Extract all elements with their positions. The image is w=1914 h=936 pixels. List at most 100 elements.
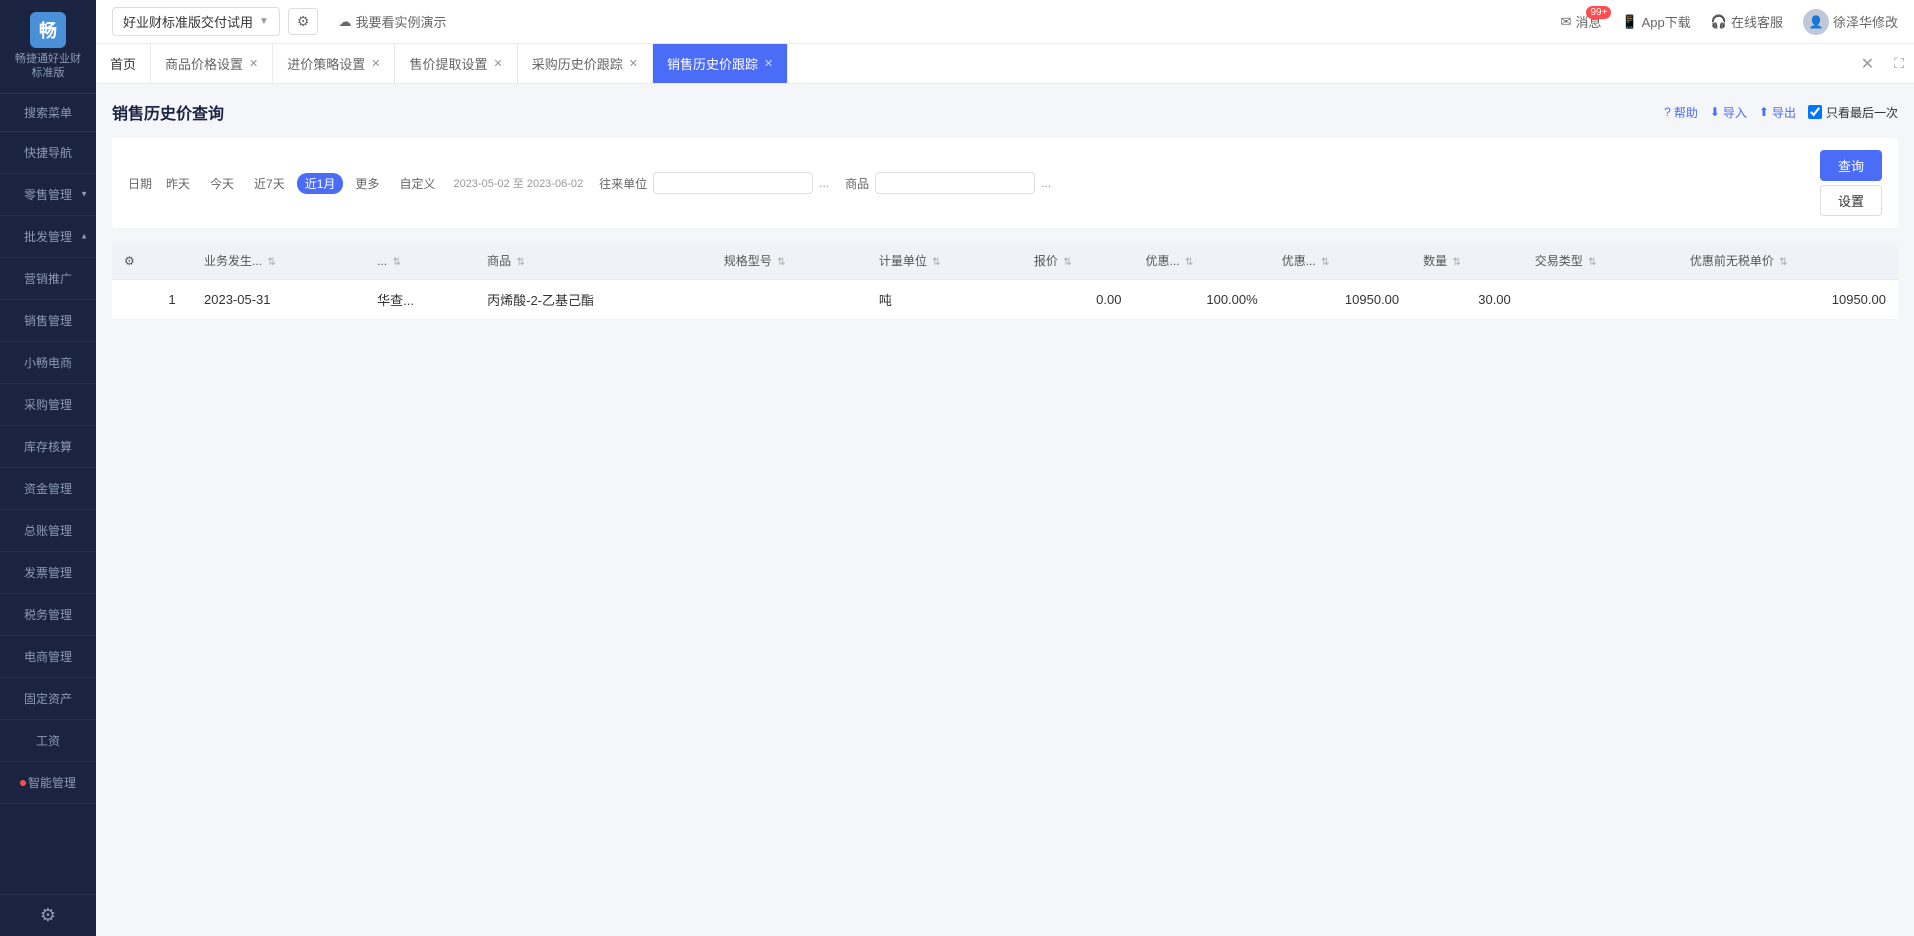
tab-sale-history-label: 销售历史价跟踪 (667, 54, 758, 73)
tabbar-close-button[interactable]: ✕ (1851, 54, 1884, 74)
tab-purchase-history[interactable]: 采购历史价跟踪 ✕ (518, 44, 653, 84)
sidebar-item-payroll[interactable]: 工资 (0, 720, 96, 762)
date-btn-last7days[interactable]: 近7天 (246, 173, 293, 194)
sidebar-item-invoice[interactable]: 发票管理 (0, 552, 96, 594)
col-settings[interactable]: ⚙ (112, 242, 152, 280)
col-discount-amount[interactable]: 优惠... ⇅ (1270, 242, 1411, 280)
sidebar-item-assets[interactable]: 固定资产 (0, 678, 96, 720)
help-link[interactable]: ? 帮助 (1664, 104, 1698, 121)
help-icon: ? (1664, 105, 1671, 119)
sidebar-logo: 畅 畅捷通好业财标准版 (0, 0, 96, 94)
close-icon[interactable]: ✕ (764, 57, 773, 70)
logo-icon: 畅 (30, 12, 66, 48)
date-btn-custom[interactable]: 自定义 (391, 173, 443, 194)
export-link[interactable]: ⬆ 导出 (1759, 104, 1796, 121)
user-avatar: 👤 (1803, 9, 1829, 35)
from-unit-filter-group: 往来单位 ... (599, 172, 829, 194)
close-icon[interactable]: ✕ (629, 57, 638, 70)
sidebar-item-accounting[interactable]: 总账管理 (0, 510, 96, 552)
sidebar-item-smart[interactable]: 智能管理 (0, 762, 96, 804)
data-table: ⚙ 业务发生... ⇅ ... ⇅ 商品 ⇅ 规格型号 ⇅ 计量单位 ⇅ 报价 … (112, 242, 1898, 320)
filter-bar: 日期 昨天 今天 近7天 近1月 更多 自定义 2023-05-02 至 202… (112, 138, 1898, 228)
last-only-checkbox-label: 只看最后一次 (1808, 104, 1898, 121)
tabbar-expand-button[interactable]: ⛶ (1884, 55, 1914, 72)
page-header: 销售历史价查询 ? 帮助 ⬇ 导入 ⬆ 导出 只看最后一次 (112, 100, 1898, 124)
close-icon[interactable]: ✕ (371, 57, 380, 70)
phone-icon: 📱 (1621, 14, 1637, 30)
online-service-button[interactable]: 🎧 在线客服 (1711, 12, 1783, 31)
row-transaction-type-cell (1523, 280, 1678, 320)
col-quantity[interactable]: 数量 ⇅ (1411, 242, 1523, 280)
import-link[interactable]: ⬇ 导入 (1710, 104, 1747, 121)
row-spec-cell (712, 280, 867, 320)
logo-text: 畅捷通好业财标准版 (8, 52, 88, 81)
sidebar-item-marketing[interactable]: 营销推广 (0, 258, 96, 300)
col-unit[interactable]: 计量单位 ⇅ (867, 242, 1022, 280)
query-button[interactable]: 查询 (1820, 150, 1882, 181)
product-filter-group: 商品 ... (845, 172, 1051, 194)
date-btn-last1month[interactable]: 近1月 (297, 173, 344, 194)
date-btn-today[interactable]: 今天 (202, 173, 242, 194)
col-product[interactable]: 商品 ⇅ (475, 242, 712, 280)
module-select[interactable]: 好业财标准版交付试用 ▼ (112, 7, 280, 36)
tab-sale-history[interactable]: 销售历史价跟踪 ✕ (653, 44, 788, 84)
tab-sale-extract[interactable]: 售价提取设置 ✕ (395, 44, 517, 84)
tab-product-price-label: 商品价格设置 (165, 54, 243, 73)
date-btn-yesterday[interactable]: 昨天 (158, 173, 198, 194)
col-pretax-price[interactable]: 优惠前无税单价 ⇅ (1678, 242, 1898, 280)
from-unit-input[interactable] (653, 172, 813, 194)
sidebar-item-sales[interactable]: 销售管理 (0, 300, 96, 342)
message-button[interactable]: ✉ 消息 99+ (1561, 12, 1602, 31)
col-quoted-price[interactable]: 报价 ⇅ (1022, 242, 1134, 280)
col-spec[interactable]: 规格型号 ⇅ (712, 242, 867, 280)
import-icon: ⬇ (1710, 105, 1720, 119)
table-body: 1 2023-05-31 华查... 丙烯酸-2-乙基己酯 吨 0.00 100… (112, 280, 1898, 320)
user-menu[interactable]: 👤 徐泽华修改 (1803, 9, 1898, 35)
product-input[interactable] (875, 172, 1035, 194)
from-unit-label: 往来单位 (599, 175, 647, 192)
sidebar-item-wholesale[interactable]: 批发管理 (0, 216, 96, 258)
row-business-date-cell: 2023-05-31 (192, 280, 365, 320)
sidebar-item-inventory[interactable]: 库存核算 (0, 426, 96, 468)
main-area: 好业财标准版交付试用 ▼ ⚙ ☁ 我要看实例演示 ✉ 消息 99+ 📱 App下… (96, 0, 1914, 936)
tab-sale-extract-label: 售价提取设置 (409, 54, 487, 73)
sidebar-settings-icon[interactable]: ⚙ (0, 894, 96, 936)
online-service-label: 在线客服 (1731, 12, 1783, 31)
row-expand-cell: 华查... (365, 280, 475, 320)
sidebar-item-finance[interactable]: 资金管理 (0, 468, 96, 510)
product-more-btn[interactable]: ... (1041, 176, 1051, 190)
sidebar-item-ecommerce[interactable]: 电商管理 (0, 636, 96, 678)
date-options: 昨天 今天 近7天 近1月 更多 自定义 (158, 173, 443, 194)
close-icon[interactable]: ✕ (249, 57, 258, 70)
col-expand[interactable]: ... ⇅ (365, 242, 475, 280)
headset-icon: 🎧 (1711, 14, 1727, 30)
topbar-settings-button[interactable]: ⚙ (288, 8, 319, 35)
topbar: 好业财标准版交付试用 ▼ ⚙ ☁ 我要看实例演示 ✉ 消息 99+ 📱 App下… (96, 0, 1914, 44)
demo-link[interactable]: ☁ 我要看实例演示 (338, 12, 446, 31)
last-only-checkbox[interactable] (1808, 105, 1822, 119)
close-icon[interactable]: ✕ (494, 57, 503, 70)
tab-purchase-strategy[interactable]: 进价策略设置 ✕ (273, 44, 395, 84)
tab-product-price[interactable]: 商品价格设置 ✕ (151, 44, 273, 84)
date-btn-more[interactable]: 更多 (347, 173, 387, 194)
filter-actions: 查询 设置 (1820, 150, 1882, 216)
tab-purchase-history-label: 采购历史价跟踪 (532, 54, 623, 73)
filter-settings-button[interactable]: 设置 (1820, 185, 1882, 216)
sidebar-item-purchase[interactable]: 采购管理 (0, 384, 96, 426)
from-unit-more-btn[interactable]: ... (819, 176, 829, 190)
sidebar-item-ecommerce-small[interactable]: 小畅电商 (0, 342, 96, 384)
tab-home[interactable]: 首页 (96, 44, 151, 84)
sidebar-item-retail[interactable]: 零售管理 (0, 174, 96, 216)
app-download-button[interactable]: 📱 App下载 (1621, 12, 1690, 31)
sidebar-item-tax[interactable]: 税务管理 (0, 594, 96, 636)
cloud-icon: ☁ (338, 14, 351, 30)
product-label: 商品 (845, 175, 869, 192)
sidebar-search[interactable]: 搜索菜单 (0, 94, 96, 132)
row-discount-amount-cell: 10950.00 (1270, 280, 1411, 320)
topbar-right: ✉ 消息 99+ 📱 App下载 🎧 在线客服 👤 徐泽华修改 (1561, 9, 1898, 35)
col-business-date[interactable]: 业务发生... ⇅ (192, 242, 365, 280)
col-transaction-type[interactable]: 交易类型 ⇅ (1523, 242, 1678, 280)
sidebar: 畅 畅捷通好业财标准版 搜索菜单 快捷导航 零售管理 批发管理 营销推广 销售管… (0, 0, 96, 936)
col-discount-rate[interactable]: 优惠... ⇅ (1133, 242, 1269, 280)
message-icon: ✉ (1561, 14, 1572, 30)
